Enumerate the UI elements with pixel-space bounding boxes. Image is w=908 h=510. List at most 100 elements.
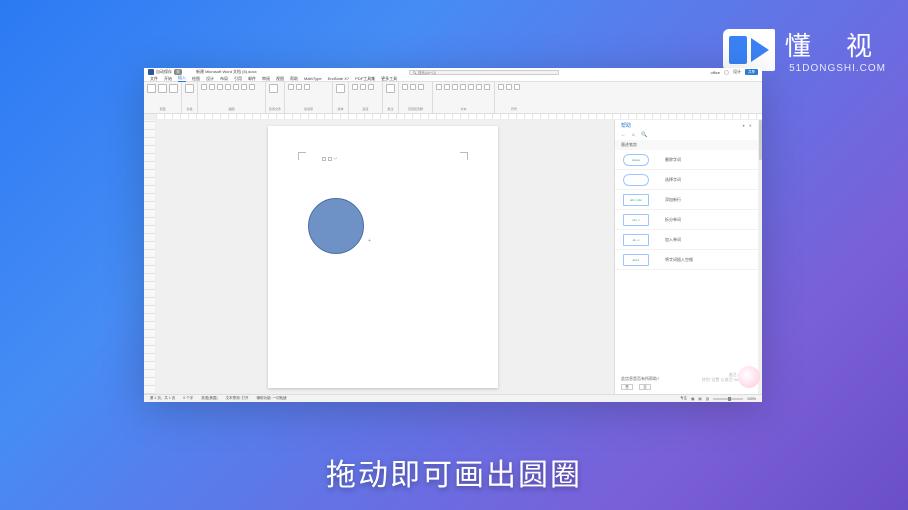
wordart-icon[interactable]	[452, 84, 458, 90]
cover-page-icon[interactable]	[147, 84, 156, 93]
list-item[interactable]: delete删除字词	[615, 150, 758, 170]
panel-close-icon[interactable]: ✕	[749, 123, 752, 128]
share-button[interactable]: 共享	[745, 69, 758, 75]
pictures-icon[interactable]	[201, 84, 207, 90]
help-search-icon[interactable]: 🔍	[641, 132, 647, 138]
gesture-newline-icon: abc | abc	[623, 194, 649, 206]
margin-corner-tl	[298, 152, 306, 160]
tab-file[interactable]: 文件	[150, 76, 158, 82]
help-list[interactable]: delete删除字词 选择字词 abc | abc添加新行 ab | c拆分单词…	[615, 150, 758, 372]
list-item[interactable]: ab | c拆分单词	[615, 210, 758, 230]
tab-references[interactable]: 引用	[234, 76, 242, 82]
wikipedia-icon[interactable]	[304, 84, 310, 90]
datetime-icon[interactable]	[476, 84, 482, 90]
tab-mathtype[interactable]: MathType	[304, 76, 322, 81]
bookmark-icon[interactable]	[360, 84, 366, 90]
mascot-icon	[738, 366, 760, 388]
scrollbar-thumb[interactable]	[759, 120, 762, 160]
ribbon-group-symbols: 符号	[495, 82, 533, 113]
avatar[interactable]	[724, 70, 729, 75]
shapes-icon[interactable]	[209, 84, 215, 90]
chart-icon[interactable]	[241, 84, 247, 90]
gesture-join-icon: ab⌢c	[623, 234, 649, 246]
drawing-cursor-icon: +	[368, 238, 371, 244]
tab-insert[interactable]: 插入	[178, 75, 186, 82]
zoom-slider[interactable]	[713, 398, 743, 400]
help-home-icon[interactable]: ⌂	[632, 132, 635, 138]
document-page[interactable]: ↵ +	[268, 126, 498, 388]
tab-view[interactable]: 视图	[276, 76, 284, 82]
drawn-circle-shape[interactable]	[308, 198, 364, 254]
list-item[interactable]: ab⌢c加入单词	[615, 230, 758, 250]
view-read-icon[interactable]: ▤	[698, 397, 701, 401]
focus-mode-button[interactable]: 专注	[680, 396, 687, 401]
ribbon-group-table: 表格	[182, 82, 198, 113]
ribbon-group-reuse: 复用文件	[266, 82, 285, 113]
vertical-ruler[interactable]	[144, 120, 156, 394]
tab-mailings[interactable]: 邮件	[248, 76, 256, 82]
ribbon-group-links: 链接	[349, 82, 383, 113]
tab-more[interactable]: 更多工具	[381, 76, 397, 82]
word-app-window: 自动保存 关 新建 Microsoft Word 文档 (5).docx 🔍 搜…	[144, 68, 762, 402]
statusbar: 第 1 页，共 1 页 0 个字 英语(美国) 文本预测: 打开 辅助功能: 一…	[144, 394, 762, 402]
feedback-no-button[interactable]: 否	[639, 384, 651, 390]
list-item[interactable]: abc | abc添加新行	[615, 190, 758, 210]
status-lang[interactable]: 英语(美国)	[201, 396, 217, 401]
signature-icon[interactable]	[468, 84, 474, 90]
feedback-yes-button[interactable]: 是	[621, 384, 633, 390]
tab-review[interactable]: 审阅	[262, 76, 270, 82]
footer-icon[interactable]	[410, 84, 416, 90]
zoom-level[interactable]: 100%	[747, 397, 756, 401]
table-icon[interactable]	[185, 84, 194, 93]
online-video-icon[interactable]	[336, 84, 345, 93]
header-icon[interactable]	[402, 84, 408, 90]
textbox-icon[interactable]	[436, 84, 442, 90]
tab-endnote[interactable]: EndNote X7	[328, 76, 350, 81]
help-section-label: 墨迹笔势	[615, 140, 758, 150]
tab-design[interactable]: 设计	[206, 76, 214, 82]
status-accessibility[interactable]: 辅助功能: 一切就绪	[257, 396, 287, 401]
crossref-icon[interactable]	[368, 84, 374, 90]
panel-dropdown-icon[interactable]: ▾	[743, 123, 745, 128]
tab-draw[interactable]: 绘图	[192, 76, 200, 82]
object-icon[interactable]	[484, 84, 490, 90]
design-button[interactable]: 设计	[733, 69, 741, 75]
status-page[interactable]: 第 1 页，共 1 页	[150, 396, 175, 401]
ribbon-group-text: 文本	[433, 82, 495, 113]
status-prediction[interactable]: 文本预测: 打开	[226, 396, 249, 401]
list-item[interactable]: abc∧将字词插入空格	[615, 250, 758, 270]
screenshot-icon[interactable]	[249, 84, 255, 90]
page-break-icon[interactable]	[169, 84, 178, 93]
reuse-files-icon[interactable]	[269, 84, 278, 93]
search-input[interactable]: 🔍 搜索(Alt+Q)	[409, 70, 559, 75]
symbol-icon[interactable]	[506, 84, 512, 90]
help-back-icon[interactable]: ←	[621, 132, 626, 138]
dropcap-icon[interactable]	[460, 84, 466, 90]
view-print-icon[interactable]: ▦	[691, 397, 694, 401]
tab-home[interactable]: 开始	[164, 76, 172, 82]
number-icon[interactable]	[514, 84, 520, 90]
canvas-area[interactable]: ↵ + 帮助 ▾✕ ← ⌂ 🔍 墨迹笔势 delete删除字词 选择字词	[156, 120, 762, 394]
view-web-icon[interactable]: ▥	[706, 397, 709, 401]
quickparts-icon[interactable]	[444, 84, 450, 90]
video-caption: 拖动即可画出圆圈	[0, 450, 908, 494]
comment-icon[interactable]	[386, 84, 395, 93]
link-icon[interactable]	[352, 84, 358, 90]
my-addins-icon[interactable]	[296, 84, 302, 90]
tab-help[interactable]: 帮助	[290, 76, 298, 82]
user-name[interactable]: office	[710, 70, 720, 75]
workspace: ↵ + 帮助 ▾✕ ← ⌂ 🔍 墨迹笔势 delete删除字词 选择字词	[144, 120, 762, 394]
brand-cn: 懂 视	[785, 26, 886, 63]
smartart-icon[interactable]	[233, 84, 239, 90]
blank-page-icon[interactable]	[158, 84, 167, 93]
pagenumber-icon[interactable]	[418, 84, 424, 90]
tab-pdf[interactable]: PDF工具集	[355, 76, 375, 82]
ribbon: 页面 表格 插图 复用文件 加载项	[144, 82, 762, 114]
tab-layout[interactable]: 布局	[220, 76, 228, 82]
get-addins-icon[interactable]	[288, 84, 294, 90]
list-item[interactable]: 选择字词	[615, 170, 758, 190]
status-words[interactable]: 0 个字	[183, 396, 193, 401]
3dmodels-icon[interactable]	[225, 84, 231, 90]
icons-icon[interactable]	[217, 84, 223, 90]
equation-icon[interactable]	[498, 84, 504, 90]
